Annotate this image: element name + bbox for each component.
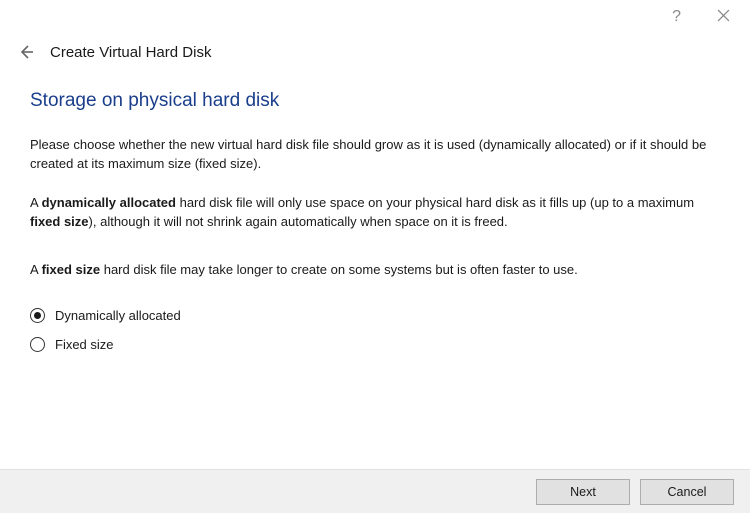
help-icon[interactable]: ?	[672, 8, 681, 26]
radio-label: Fixed size	[55, 337, 114, 352]
storage-type-radio-group: Dynamically allocated Fixed size	[30, 308, 720, 352]
text: A	[30, 195, 42, 210]
text: hard disk file will only use space on yo…	[176, 195, 694, 210]
dynamic-paragraph: A dynamically allocated hard disk file w…	[30, 194, 720, 232]
radio-indicator-icon	[30, 308, 45, 323]
back-arrow-icon[interactable]	[16, 42, 36, 62]
text: hard disk file may take longer to create…	[100, 262, 578, 277]
radio-dynamically-allocated[interactable]: Dynamically allocated	[30, 308, 720, 323]
cancel-button[interactable]: Cancel	[640, 479, 734, 505]
titlebar: ?	[0, 0, 750, 34]
close-icon[interactable]	[703, 5, 744, 30]
text: ), although it will not shrink again aut…	[89, 214, 508, 229]
radio-indicator-icon	[30, 337, 45, 352]
bold-text: dynamically allocated	[42, 195, 176, 210]
dialog-title: Create Virtual Hard Disk	[50, 44, 211, 61]
radio-label: Dynamically allocated	[55, 308, 181, 323]
dialog-header: Create Virtual Hard Disk	[0, 34, 750, 72]
page-heading: Storage on physical hard disk	[30, 90, 720, 112]
dialog-footer: Next Cancel	[0, 469, 750, 513]
intro-paragraph: Please choose whether the new virtual ha…	[30, 136, 720, 174]
fixed-paragraph: A fixed size hard disk file may take lon…	[30, 261, 720, 280]
next-button[interactable]: Next	[536, 479, 630, 505]
radio-fixed-size[interactable]: Fixed size	[30, 337, 720, 352]
bold-text: fixed size	[30, 214, 89, 229]
bold-text: fixed size	[42, 262, 101, 277]
dialog-content: Storage on physical hard disk Please cho…	[0, 72, 750, 352]
text: A	[30, 262, 42, 277]
